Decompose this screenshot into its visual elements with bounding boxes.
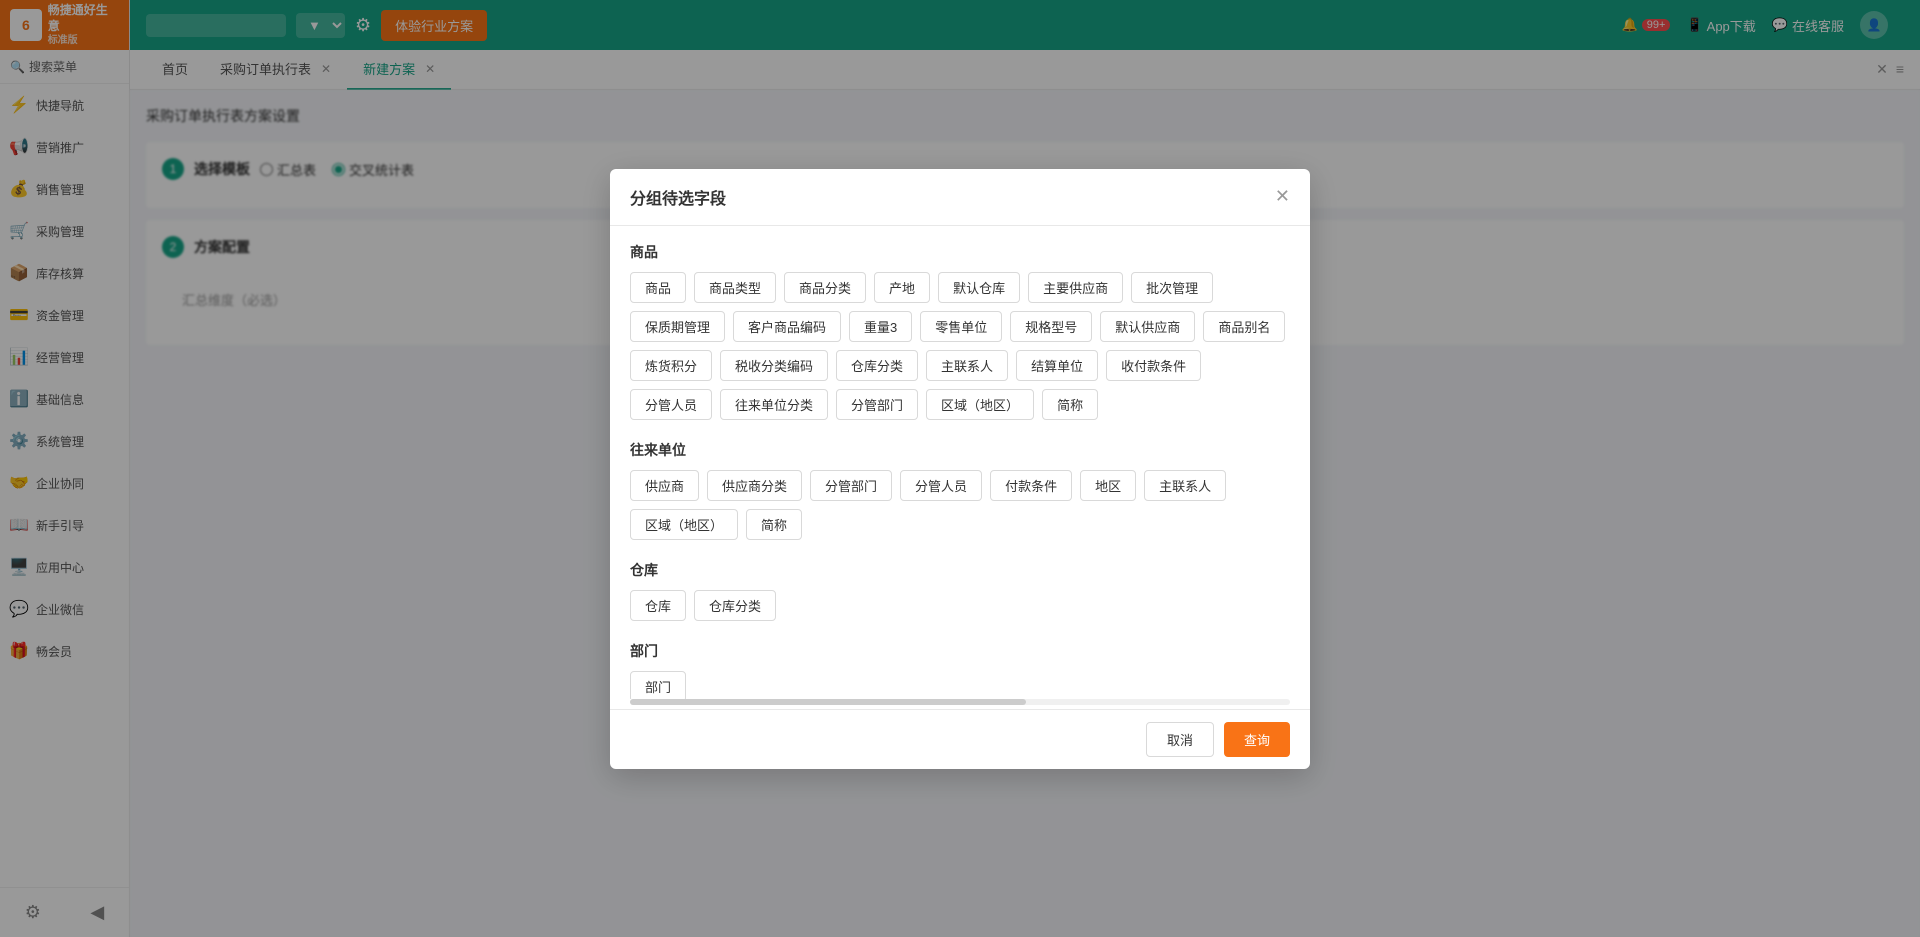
field-tag-region[interactable]: 区域（地区） — [926, 389, 1034, 420]
modal: 分组待选字段 ✕ 商品 商品 商品类型 商品分类 产地 默认仓库 主要供应商 批… — [610, 169, 1310, 769]
field-tag-area-p[interactable]: 地区 — [1080, 470, 1136, 501]
modal-header: 分组待选字段 ✕ — [610, 169, 1310, 226]
modal-footer: 取消 查询 — [610, 709, 1310, 769]
field-tag-origin[interactable]: 产地 — [874, 272, 930, 303]
section-department: 部门 部门 — [630, 641, 1290, 700]
section-dept-title: 部门 — [630, 641, 1290, 661]
confirm-button[interactable]: 查询 — [1224, 722, 1290, 757]
field-tag-contact-p[interactable]: 主联系人 — [1144, 470, 1226, 501]
field-tag-person-p[interactable]: 分管人员 — [900, 470, 982, 501]
field-tag-goods[interactable]: 商品 — [630, 272, 686, 303]
field-tag-mgmt-dept[interactable]: 分管部门 — [836, 389, 918, 420]
field-tag-partner-category[interactable]: 往来单位分类 — [720, 389, 828, 420]
field-tag-weight3[interactable]: 重量3 — [849, 311, 912, 342]
field-tag-pay-terms-p[interactable]: 付款条件 — [990, 470, 1072, 501]
field-tag-goods-category[interactable]: 商品分类 — [784, 272, 866, 303]
field-tag-region-p[interactable]: 区域（地区） — [630, 509, 738, 540]
modal-close-btn[interactable]: ✕ — [1275, 186, 1290, 207]
field-tag-abbr-p[interactable]: 简称 — [746, 509, 802, 540]
modal-body[interactable]: 商品 商品 商品类型 商品分类 产地 默认仓库 主要供应商 批次管理 保质期管理… — [610, 226, 1310, 700]
department-fields: 部门 — [630, 671, 1290, 700]
field-tag-supplier-category[interactable]: 供应商分类 — [707, 470, 802, 501]
field-tag-retail-unit[interactable]: 零售单位 — [920, 311, 1002, 342]
modal-title: 分组待选字段 — [630, 185, 726, 209]
field-tag-supervisor[interactable]: 分管人员 — [630, 389, 712, 420]
field-tag-dept[interactable]: 部门 — [630, 671, 686, 700]
field-tag-settle-unit[interactable]: 结算单位 — [1016, 350, 1098, 381]
modal-overlay: 分组待选字段 ✕ 商品 商品 商品类型 商品分类 产地 默认仓库 主要供应商 批… — [0, 0, 1920, 937]
field-tag-batch-mgmt[interactable]: 批次管理 — [1131, 272, 1213, 303]
field-tag-main-contact[interactable]: 主联系人 — [926, 350, 1008, 381]
field-tag-spec-model[interactable]: 规格型号 — [1010, 311, 1092, 342]
field-tag-default-warehouse[interactable]: 默认仓库 — [938, 272, 1020, 303]
field-tag-main-supplier[interactable]: 主要供应商 — [1028, 272, 1123, 303]
warehouse-fields: 仓库 仓库分类 — [630, 590, 1290, 621]
section-warehouse: 仓库 仓库 仓库分类 — [630, 560, 1290, 621]
section-partner: 往来单位 供应商 供应商分类 分管部门 分管人员 付款条件 地区 主联系人 区域… — [630, 440, 1290, 540]
field-tag-warehouse-category[interactable]: 仓库分类 — [836, 350, 918, 381]
goods-fields: 商品 商品类型 商品分类 产地 默认仓库 主要供应商 批次管理 保质期管理 客户… — [630, 272, 1290, 420]
field-tag-default-supplier[interactable]: 默认供应商 — [1100, 311, 1195, 342]
cancel-button[interactable]: 取消 — [1146, 722, 1214, 757]
partner-fields: 供应商 供应商分类 分管部门 分管人员 付款条件 地区 主联系人 区域（地区） … — [630, 470, 1290, 540]
section-goods: 商品 商品 商品类型 商品分类 产地 默认仓库 主要供应商 批次管理 保质期管理… — [630, 242, 1290, 420]
field-tag-supplier[interactable]: 供应商 — [630, 470, 699, 501]
field-tag-smelting-points[interactable]: 炼货积分 — [630, 350, 712, 381]
field-tag-goods-alias[interactable]: 商品别名 — [1203, 311, 1285, 342]
field-tag-warehouse-cat[interactable]: 仓库分类 — [694, 590, 776, 621]
section-partner-title: 往来单位 — [630, 440, 1290, 460]
field-tag-dept-p[interactable]: 分管部门 — [810, 470, 892, 501]
modal-hscroll-thumb — [630, 699, 1026, 704]
field-tag-tax-code[interactable]: 税收分类编码 — [720, 350, 828, 381]
section-warehouse-title: 仓库 — [630, 560, 1290, 580]
field-tag-goods-type[interactable]: 商品类型 — [694, 272, 776, 303]
field-tag-abbr[interactable]: 简称 — [1042, 389, 1098, 420]
section-goods-title: 商品 — [630, 242, 1290, 262]
field-tag-warehouse[interactable]: 仓库 — [630, 590, 686, 621]
field-tag-customer-code[interactable]: 客户商品编码 — [733, 311, 841, 342]
modal-horizontal-scrollbar[interactable] — [630, 699, 1290, 704]
field-tag-expiry-mgmt[interactable]: 保质期管理 — [630, 311, 725, 342]
field-tag-payment-terms[interactable]: 收付款条件 — [1106, 350, 1201, 381]
